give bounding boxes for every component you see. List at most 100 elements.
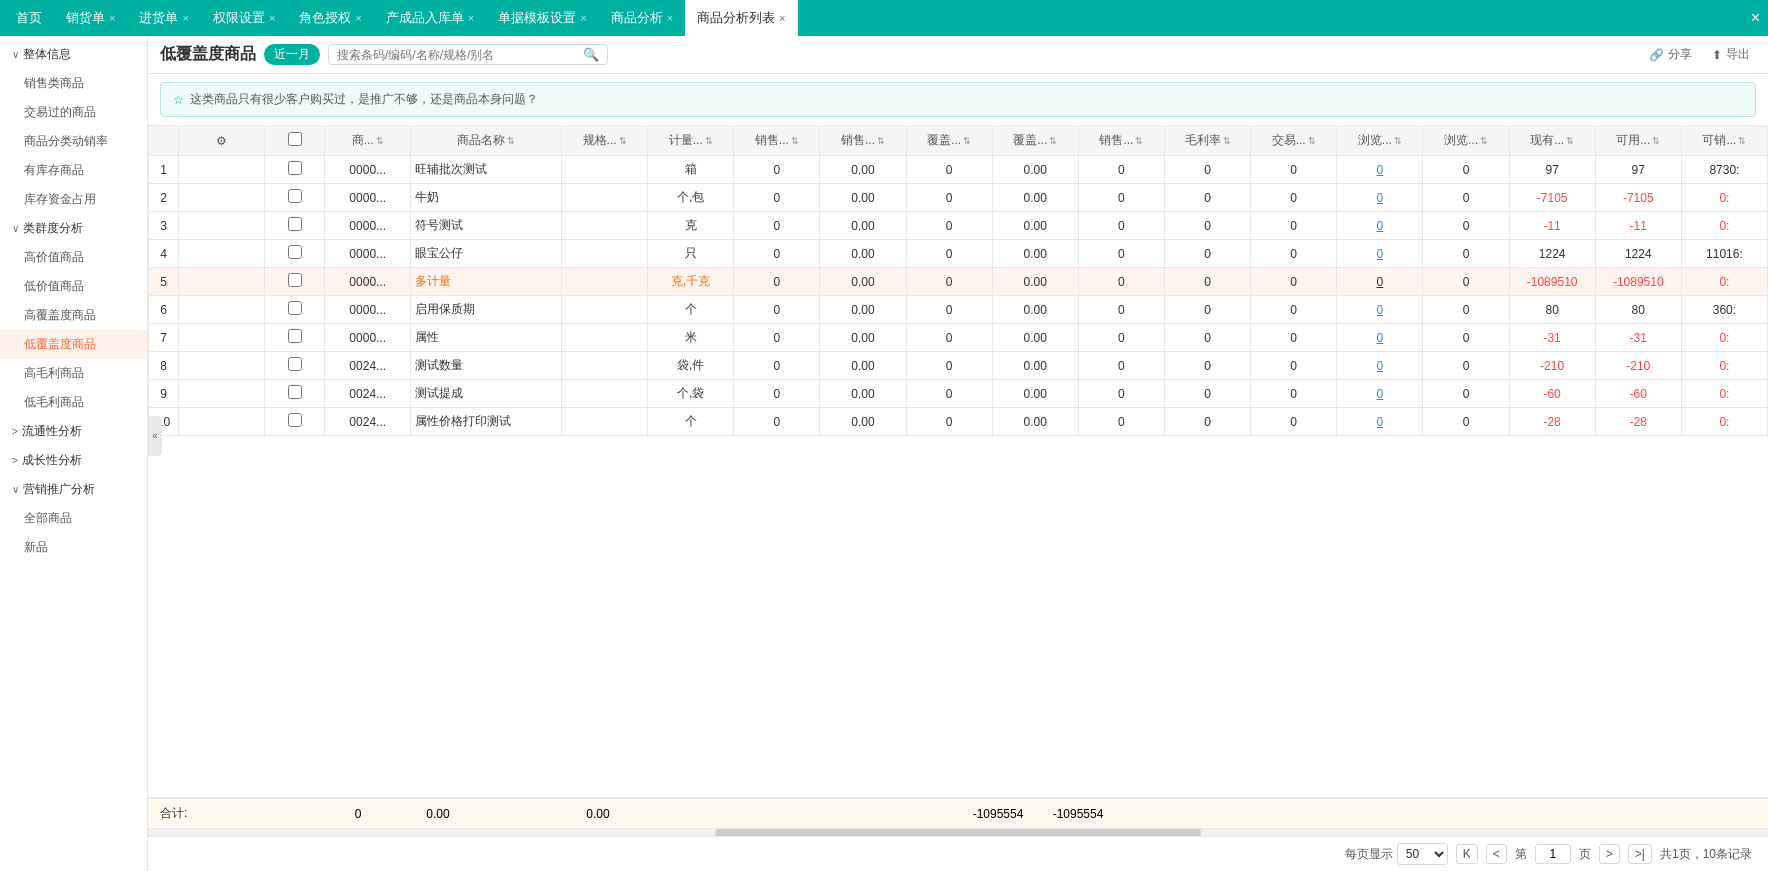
row-checkbox[interactable] (288, 329, 302, 343)
sidebar-item[interactable]: 高覆盖度商品 (0, 301, 147, 330)
th-sort-sellable[interactable]: 可销...⇅ (1686, 132, 1763, 149)
row-gear (179, 380, 265, 408)
th-sort-browse1[interactable]: 浏览...⇅ (1341, 132, 1418, 149)
row-checkbox[interactable] (288, 413, 302, 427)
share-button[interactable]: 🔗 分享 (1643, 44, 1698, 65)
row-coverage1: 0 (906, 268, 992, 296)
th-sort-transaction[interactable]: 交易...⇅ (1255, 132, 1332, 149)
row-checkbox[interactable] (288, 217, 302, 231)
export-button[interactable]: ⬆ 导出 (1706, 44, 1756, 65)
nav-item-close-icon[interactable]: × (468, 0, 474, 36)
sidebar-section-整体信息[interactable]: ∨整体信息 (0, 40, 147, 69)
nav-item[interactable]: 商品分析 × (599, 0, 685, 36)
th-sort-sales3[interactable]: 销售...⇅ (1083, 132, 1160, 149)
sidebar-item[interactable]: 销售类商品 (0, 69, 147, 98)
row-browse1[interactable]: 0 (1337, 240, 1423, 268)
row-checkbox[interactable] (288, 245, 302, 259)
period-button[interactable]: 近一月 (264, 44, 320, 65)
nav-item-close-icon[interactable]: × (667, 0, 673, 36)
th-sort-name[interactable]: 商品名称⇅ (415, 132, 557, 149)
sidebar-item[interactable]: 低覆盖度商品 (0, 330, 147, 359)
row-browse1[interactable]: 0 (1337, 184, 1423, 212)
nav-item[interactable]: 权限设置 × (201, 0, 287, 36)
sidebar-item[interactable]: 高毛利商品 (0, 359, 147, 388)
row-coverage2: 0.00 (992, 184, 1078, 212)
sidebar-item[interactable]: 有库存商品 (0, 156, 147, 185)
th-sort-browse2[interactable]: 浏览...⇅ (1427, 132, 1504, 149)
th-sort-spec[interactable]: 规格...⇅ (566, 132, 643, 149)
close-all-button[interactable]: × (1751, 9, 1760, 27)
th-sort-unit[interactable]: 计量...⇅ (652, 132, 729, 149)
th-sort-gross_margin[interactable]: 毛利率⇅ (1169, 132, 1246, 149)
nav-item[interactable]: 销货单 × (54, 0, 127, 36)
sidebar-section-营销推广分析[interactable]: ∨营销推广分析 (0, 475, 147, 504)
sidebar-item[interactable]: 新品 (0, 533, 147, 562)
sidebar-item[interactable]: 全部商品 (0, 504, 147, 533)
th-checkbox[interactable] (265, 126, 325, 156)
per-page-dropdown[interactable]: 50 100 200 (1397, 843, 1448, 865)
sidebar-item[interactable]: 库存资金占用 (0, 185, 147, 214)
first-page-button[interactable]: K (1456, 844, 1478, 864)
th-sort-sales_qty[interactable]: 销售...⇅ (738, 132, 815, 149)
gear-icon[interactable]: ⚙ (216, 134, 227, 148)
row-checkbox[interactable] (288, 385, 302, 399)
sidebar-item[interactable]: 低毛利商品 (0, 388, 147, 417)
nav-item-close-icon[interactable]: × (355, 0, 361, 36)
row-browse1[interactable]: 0 (1337, 352, 1423, 380)
row-checkbox[interactable] (288, 161, 302, 175)
sidebar-section-类群度分析[interactable]: ∨类群度分析 (0, 214, 147, 243)
th-sort-coverage1[interactable]: 覆盖...⇅ (911, 132, 988, 149)
th-gear[interactable]: ⚙ (179, 126, 265, 156)
row-browse1[interactable]: 0 (1337, 212, 1423, 240)
sidebar-collapse-button[interactable]: « (148, 416, 162, 456)
row-browse1[interactable]: 0 (1337, 268, 1423, 296)
row-browse1[interactable]: 0 (1337, 324, 1423, 352)
sidebar-item[interactable]: 交易过的商品 (0, 98, 147, 127)
row-browse1[interactable]: 0 (1337, 408, 1423, 436)
row-checkbox[interactable] (288, 301, 302, 315)
page-number-input[interactable] (1535, 844, 1571, 864)
prev-page-button[interactable]: < (1486, 844, 1507, 864)
th-sort-current_stock[interactable]: 现有...⇅ (1514, 132, 1591, 149)
content-header: 低覆盖度商品 近一月 🔍 🔗 分享 ⬆ 导出 (148, 36, 1768, 74)
search-icon[interactable]: 🔍 (583, 47, 599, 62)
nav-item-close-icon[interactable]: × (109, 0, 115, 36)
last-page-button[interactable]: >| (1628, 844, 1652, 864)
th-sort-available[interactable]: 可用...⇅ (1600, 132, 1677, 149)
nav-item-close-icon[interactable]: × (779, 0, 785, 36)
row-transaction: 0 (1251, 156, 1337, 184)
row-sellable: 0: (1681, 352, 1767, 380)
nav-item[interactable]: 角色授权 × (287, 0, 373, 36)
nav-item[interactable]: 单据模板设置 × (486, 0, 598, 36)
row-browse1[interactable]: 0 (1337, 380, 1423, 408)
nav-item[interactable]: 产成品入库单 × (374, 0, 486, 36)
sidebar-item[interactable]: 低价值商品 (0, 272, 147, 301)
nav-item-close-icon[interactable]: × (580, 0, 586, 36)
select-all-checkbox[interactable] (288, 132, 302, 146)
row-browse2: 0 (1423, 352, 1509, 380)
nav-item-close-icon[interactable]: × (182, 0, 188, 36)
row-unit: 克 (648, 212, 734, 240)
th-sales_amt: 销售...⇅ (820, 126, 906, 156)
nav-item[interactable]: 首页 (4, 0, 54, 36)
th-sort-sales_amt[interactable]: 销售...⇅ (824, 132, 901, 149)
row-spec (562, 268, 648, 296)
row-checkbox[interactable] (288, 273, 302, 287)
next-page-button[interactable]: > (1599, 844, 1620, 864)
row-checkbox[interactable] (288, 189, 302, 203)
nav-item-close-icon[interactable]: × (269, 0, 275, 36)
sidebar-item[interactable]: 商品分类动销率 (0, 127, 147, 156)
row-code: 0000... (325, 324, 411, 352)
nav-item[interactable]: 进货单 × (127, 0, 200, 36)
row-browse1[interactable]: 0 (1337, 296, 1423, 324)
sidebar-item[interactable]: 高价值商品 (0, 243, 147, 272)
th-sort-coverage2[interactable]: 覆盖...⇅ (997, 132, 1074, 149)
row-browse1[interactable]: 0 (1337, 156, 1423, 184)
row-checkbox[interactable] (288, 357, 302, 371)
th-sort-code[interactable]: 商...⇅ (329, 132, 406, 149)
alert-text: 这类商品只有很少客户购买过，是推广不够，还是商品本身问题？ (190, 91, 538, 108)
sidebar-section-成长性分析[interactable]: >成长性分析 (0, 446, 147, 475)
sidebar-section-流通性分析[interactable]: >流通性分析 (0, 417, 147, 446)
search-input[interactable] (337, 48, 579, 62)
nav-item[interactable]: 商品分析列表 × (685, 0, 797, 36)
